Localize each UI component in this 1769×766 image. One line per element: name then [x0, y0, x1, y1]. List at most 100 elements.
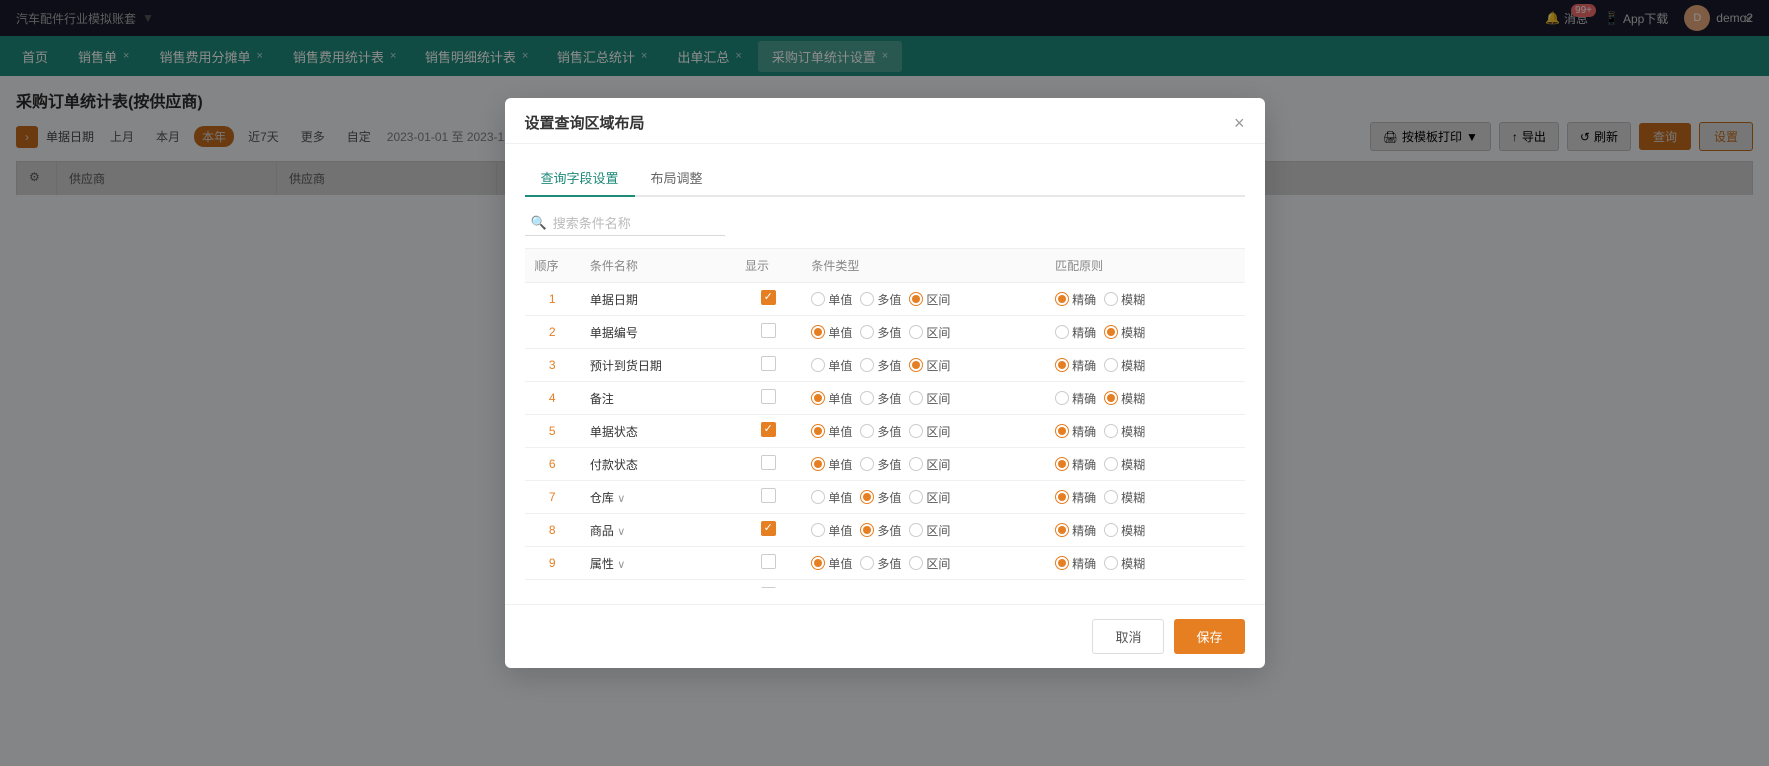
display-checkbox[interactable] [761, 356, 776, 371]
match-radio-dot[interactable] [1055, 292, 1069, 306]
match-radio-label: 模糊 [1121, 522, 1145, 539]
table-row: 8商品 ∨单值多值区间精确模糊 [525, 514, 1245, 547]
radio-dot[interactable] [909, 391, 923, 405]
radio-dot[interactable] [909, 457, 923, 471]
radio-dot[interactable] [811, 391, 825, 405]
match-radio-label: 精确 [1072, 423, 1096, 440]
radio-label: 区间 [926, 324, 950, 341]
match-radio-dot[interactable] [1104, 391, 1118, 405]
table-row: 6付款状态单值多值区间精确模糊 [525, 448, 1245, 481]
radio-dot[interactable] [811, 292, 825, 306]
expand-arrow[interactable]: ∨ [617, 526, 625, 538]
row-order: 9 [525, 547, 580, 580]
radio-dot[interactable] [860, 325, 874, 339]
row-type: 单值多值区间 [801, 580, 1045, 589]
expand-arrow[interactable]: ∨ [617, 559, 625, 571]
conditions-table-scroll: 顺序 条件名称 显示 条件类型 匹配原则 1单据日期单值多值区间精确模糊2单据编… [525, 248, 1245, 588]
display-checkbox[interactable] [761, 521, 776, 536]
match-radio-dot[interactable] [1055, 325, 1069, 339]
radio-label: 单值 [828, 291, 852, 308]
row-display[interactable] [735, 382, 801, 415]
display-checkbox[interactable] [761, 422, 776, 437]
radio-dot[interactable] [811, 457, 825, 471]
radio-dot[interactable] [860, 556, 874, 570]
radio-label: 多值 [877, 456, 901, 473]
radio-dot[interactable] [909, 523, 923, 537]
match-radio-dot[interactable] [1104, 556, 1118, 570]
match-radio-dot[interactable] [1104, 325, 1118, 339]
radio-label: 单值 [828, 456, 852, 473]
search-input[interactable] [553, 216, 713, 231]
row-display[interactable] [735, 283, 801, 316]
row-order: 2 [525, 316, 580, 349]
match-radio-dot[interactable] [1104, 358, 1118, 372]
radio-dot[interactable] [860, 523, 874, 537]
table-row: 4备注单值多值区间精确模糊 [525, 382, 1245, 415]
radio-dot[interactable] [860, 292, 874, 306]
display-checkbox[interactable] [761, 389, 776, 404]
radio-dot[interactable] [860, 424, 874, 438]
row-display[interactable] [735, 316, 801, 349]
modal-close-btn[interactable]: × [1234, 114, 1245, 132]
row-order: 5 [525, 415, 580, 448]
match-radio-dot[interactable] [1104, 292, 1118, 306]
radio-dot[interactable] [909, 424, 923, 438]
radio-dot[interactable] [909, 556, 923, 570]
display-checkbox[interactable] [761, 455, 776, 470]
display-checkbox[interactable] [761, 323, 776, 338]
display-checkbox[interactable] [761, 587, 776, 588]
radio-dot[interactable] [909, 292, 923, 306]
row-display[interactable] [735, 547, 801, 580]
row-display[interactable] [735, 448, 801, 481]
match-radio-dot[interactable] [1055, 490, 1069, 504]
radio-dot[interactable] [860, 490, 874, 504]
match-radio-dot[interactable] [1055, 391, 1069, 405]
cancel-btn[interactable]: 取消 [1092, 619, 1164, 654]
match-radio-label: 模糊 [1121, 555, 1145, 572]
radio-dot[interactable] [909, 325, 923, 339]
match-radio-dot[interactable] [1055, 523, 1069, 537]
display-checkbox[interactable] [761, 554, 776, 569]
match-radio-dot[interactable] [1055, 556, 1069, 570]
row-match: 精确模糊 [1045, 448, 1244, 481]
expand-arrow[interactable]: ∨ [617, 493, 625, 505]
radio-dot[interactable] [811, 325, 825, 339]
match-radio-dot[interactable] [1104, 457, 1118, 471]
match-radio-label: 精确 [1072, 324, 1096, 341]
row-display[interactable] [735, 415, 801, 448]
match-radio-dot[interactable] [1055, 358, 1069, 372]
display-checkbox[interactable] [761, 488, 776, 503]
modal-body: 查询字段设置 布局调整 🔍 顺序 条件名称 显示 [505, 144, 1265, 604]
radio-dot[interactable] [811, 358, 825, 372]
radio-dot[interactable] [909, 490, 923, 504]
match-radio-label: 模糊 [1121, 456, 1145, 473]
match-radio-dot[interactable] [1055, 457, 1069, 471]
row-display[interactable] [735, 481, 801, 514]
match-radio-label: 模糊 [1121, 588, 1145, 589]
radio-dot[interactable] [860, 391, 874, 405]
display-checkbox[interactable] [761, 290, 776, 305]
radio-dot[interactable] [909, 358, 923, 372]
match-radio-dot[interactable] [1055, 424, 1069, 438]
th-type: 条件类型 [801, 249, 1045, 283]
match-radio-dot[interactable] [1104, 523, 1118, 537]
row-display[interactable] [735, 514, 801, 547]
radio-dot[interactable] [811, 556, 825, 570]
tab-layout[interactable]: 布局调整 [635, 160, 719, 197]
th-match: 匹配原则 [1045, 249, 1244, 283]
radio-dot[interactable] [811, 424, 825, 438]
match-radio-dot[interactable] [1104, 424, 1118, 438]
row-name: 单据编号 [580, 316, 735, 349]
radio-dot[interactable] [860, 457, 874, 471]
row-match: 精确模糊 [1045, 481, 1244, 514]
row-display[interactable] [735, 349, 801, 382]
match-radio-label: 模糊 [1121, 390, 1145, 407]
match-radio-dot[interactable] [1104, 490, 1118, 504]
row-display[interactable] [735, 580, 801, 589]
radio-dot[interactable] [860, 358, 874, 372]
save-btn[interactable]: 保存 [1174, 619, 1244, 654]
tab-query-fields[interactable]: 查询字段设置 [525, 160, 635, 197]
radio-dot[interactable] [811, 490, 825, 504]
row-name: 商品 ∨ [580, 514, 735, 547]
radio-dot[interactable] [811, 523, 825, 537]
